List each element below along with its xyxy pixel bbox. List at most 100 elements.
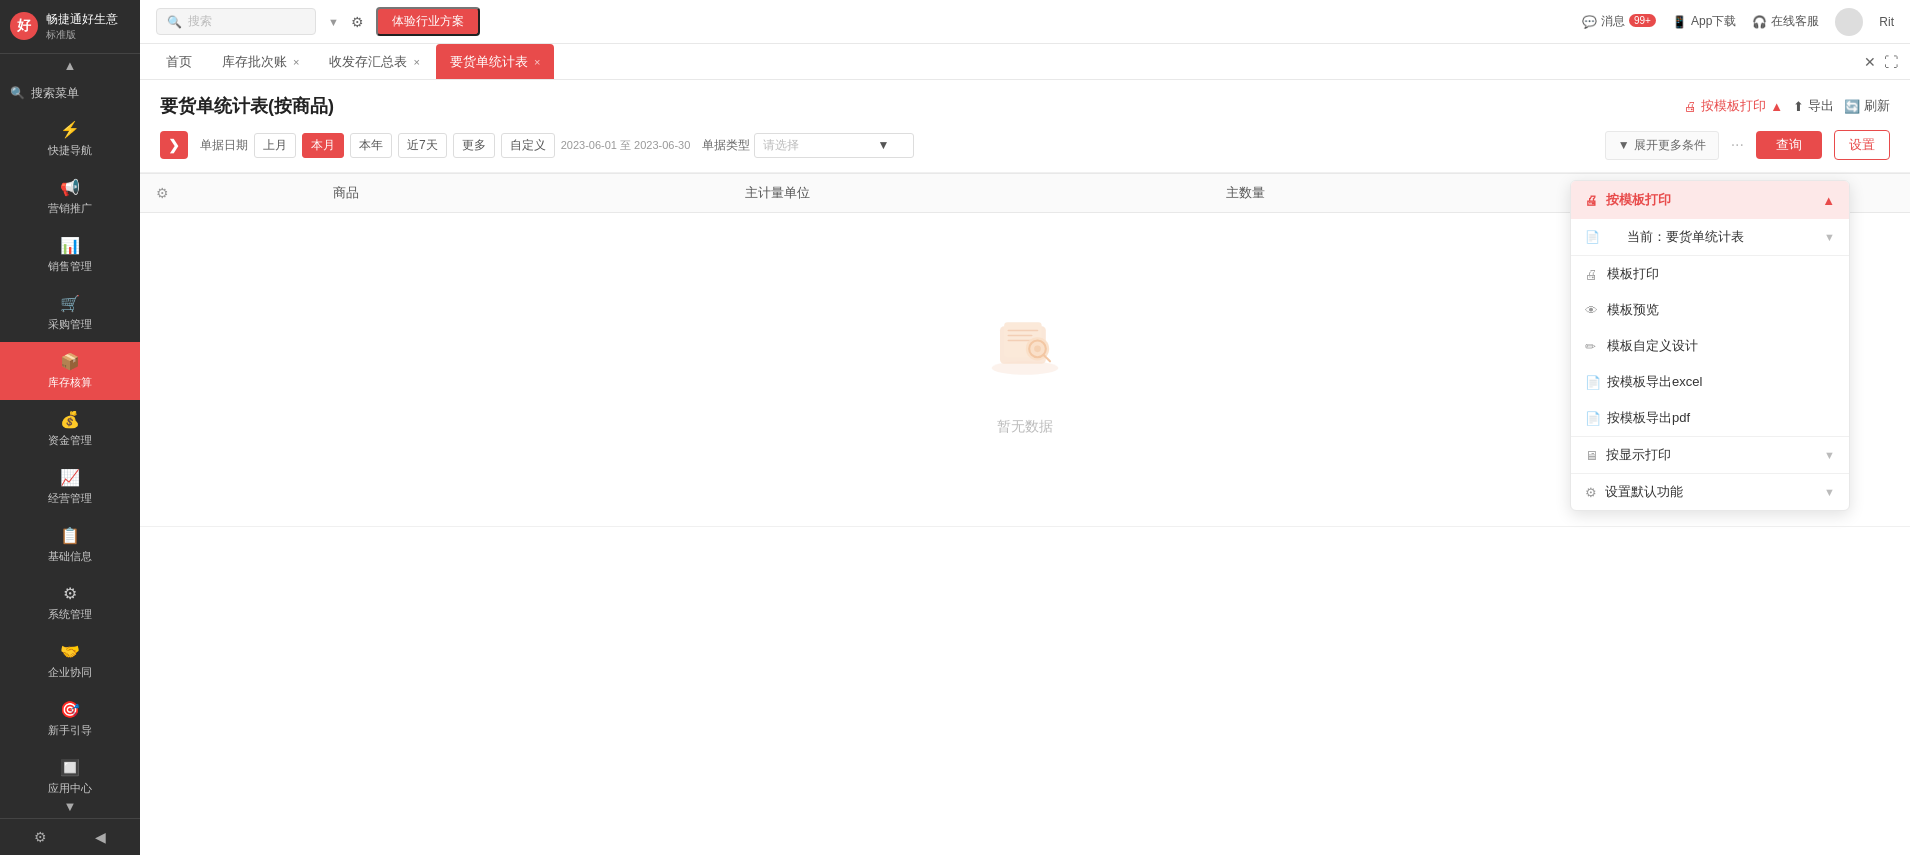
sidebar-item-marketing[interactable]: 📢 营销推广 xyxy=(0,168,140,226)
app-download-icon: 📱 xyxy=(1672,15,1687,29)
dropdown-header: 🖨 按模板打印 ▲ xyxy=(1571,181,1849,219)
page-title: 要货单统计表(按商品) xyxy=(160,94,334,118)
dropdown-section-display-print[interactable]: 🖥 按显示打印 ▼ xyxy=(1571,436,1849,473)
basics-icon: 📋 xyxy=(60,526,80,545)
date-range-display: 2023-06-01 至 2023-06-30 xyxy=(561,138,691,153)
template-preview-item-icon: 👁 xyxy=(1585,303,1598,318)
template-print-item-icon: 🖨 xyxy=(1585,267,1598,282)
sidebar-item-cooperation[interactable]: 🤝 企业协同 xyxy=(0,632,140,690)
refresh-button[interactable]: 🔄 刷新 xyxy=(1844,97,1890,115)
operations-icon: 📈 xyxy=(60,468,80,487)
select-chevron-icon: ▼ xyxy=(877,138,889,152)
template-excel-item-icon: 📄 xyxy=(1585,375,1601,390)
sidebar-item-basics[interactable]: 📋 基础信息 xyxy=(0,516,140,574)
main-area: 🔍 搜索 ▼ ⚙ 体验行业方案 💬 消息 99+ 📱 App下载 🎧 在线客服 … xyxy=(140,0,1910,855)
settings-button[interactable]: 设置 xyxy=(1834,130,1890,160)
app-download-btn[interactable]: 📱 App下载 xyxy=(1672,13,1736,30)
date-last-month[interactable]: 上月 xyxy=(254,133,296,158)
close-tab-inventory-batch[interactable]: × xyxy=(293,56,299,68)
close-tab-order-stats[interactable]: × xyxy=(534,56,540,68)
dropdown-current-item[interactable]: 📄 当前：要货单统计表 ▼ xyxy=(1571,219,1849,256)
set-default-icon: ⚙ xyxy=(1585,485,1597,500)
sidebar-item-operations[interactable]: 📈 经营管理 xyxy=(0,458,140,516)
sidebar-item-system[interactable]: ⚙ 系统管理 xyxy=(0,574,140,632)
export-icon: ⬆ xyxy=(1793,99,1804,114)
online-service-btn[interactable]: 🎧 在线客服 xyxy=(1752,13,1819,30)
inventory-icon: 📦 xyxy=(60,352,80,371)
dropdown-section-display-print-left: 🖥 按显示打印 xyxy=(1585,446,1671,464)
sidebar-item-sales[interactable]: 📊 销售管理 xyxy=(0,226,140,284)
page-actions: 🖨 按模板打印 ▲ ⬆ 导出 🔄 刷新 xyxy=(1684,97,1890,115)
sidebar-item-quick-nav[interactable]: ⚡ 快捷导航 xyxy=(0,110,140,168)
dropdown-item-template-custom[interactable]: ✏ 模板自定义设计 xyxy=(1571,328,1849,364)
dropdown-section-set-default-left: ⚙ 设置默认功能 xyxy=(1585,483,1683,501)
template-print-dropdown: 🖨 按模板打印 ▲ 📄 当前：要货单统计表 ▼ 🖨 xyxy=(1570,180,1850,511)
search-icon: 🔍 xyxy=(10,86,25,100)
sidebar-search[interactable]: 🔍 搜索菜单 xyxy=(0,77,140,110)
topbar-gear-icon[interactable]: ⚙ xyxy=(351,14,364,30)
fullscreen-icon[interactable]: ⛶ xyxy=(1884,54,1898,70)
sidebar-settings-icon[interactable]: ⚙ xyxy=(34,829,47,845)
printer-icon: 🖨 xyxy=(1684,99,1697,114)
bill-type-select[interactable]: 请选择 ▼ xyxy=(754,133,914,158)
tab-order-stats[interactable]: 要货单统计表 × xyxy=(436,44,554,79)
table-col-settings[interactable]: ⚙ xyxy=(140,174,185,213)
dropdown-print-icon: 🖨 xyxy=(1585,193,1598,208)
sidebar-item-inventory[interactable]: 📦 库存核算 xyxy=(0,342,140,400)
logo: 好 畅捷通好生意 标准版 xyxy=(0,0,140,54)
tab-inventory-batch[interactable]: 库存批次账 × xyxy=(208,44,313,79)
messages-btn[interactable]: 💬 消息 99+ xyxy=(1582,13,1656,30)
close-tab-collection-summary[interactable]: × xyxy=(413,56,419,68)
tab-collection-summary[interactable]: 收发存汇总表 × xyxy=(315,44,433,79)
dropdown-item-template-excel[interactable]: 📄 按模板导出excel xyxy=(1571,364,1849,400)
logo-icon: 好 xyxy=(10,12,38,40)
dropdown-item-template-print[interactable]: 🖨 模板打印 xyxy=(1571,256,1849,292)
content-area: 要货单统计表(按商品) 🖨 按模板打印 ▲ ⬆ 导出 🔄 刷新 xyxy=(140,80,1910,855)
sidebar-collapse-icon[interactable]: ◀ xyxy=(95,829,106,845)
empty-illustration xyxy=(975,303,1075,402)
date-custom[interactable]: 自定义 xyxy=(501,133,555,158)
table-col-quantity: 主数量 xyxy=(1047,174,1442,213)
username: Rit xyxy=(1879,15,1894,29)
dropdown-section-set-default[interactable]: ⚙ 设置默认功能 ▼ xyxy=(1571,473,1849,510)
date-this-month[interactable]: 本月 xyxy=(302,133,344,158)
date-last-7-days[interactable]: 近7天 xyxy=(398,133,447,158)
close-all-icon[interactable]: ✕ xyxy=(1864,54,1876,70)
avatar[interactable] xyxy=(1835,8,1863,36)
messages-badge: 99+ xyxy=(1629,14,1656,27)
dropdown-item-template-preview[interactable]: 👁 模板预览 xyxy=(1571,292,1849,328)
tab-home[interactable]: 首页 xyxy=(152,44,206,79)
date-more[interactable]: 更多 xyxy=(453,133,495,158)
more-options-icon[interactable]: ··· xyxy=(1731,136,1744,154)
dropdown-current-left: 📄 当前：要货单统计表 xyxy=(1607,228,1744,246)
expand-more-button[interactable]: ▼ 展开更多条件 xyxy=(1605,131,1719,160)
current-doc-icon: 📄 xyxy=(1585,230,1600,244)
table-col-product: 商品 xyxy=(185,174,508,213)
sidebar-item-purchase[interactable]: 🛒 采购管理 xyxy=(0,284,140,342)
tabs-controls: ✕ ⛶ xyxy=(1864,54,1898,70)
svg-point-9 xyxy=(1034,346,1041,353)
query-button[interactable]: 查询 xyxy=(1756,131,1822,159)
dropdown-chevron-up-icon[interactable]: ▲ xyxy=(1822,193,1835,208)
export-button[interactable]: ⬆ 导出 xyxy=(1793,97,1834,115)
apps-icon: 🔲 xyxy=(60,758,80,777)
guide-icon: 🎯 xyxy=(60,700,80,719)
sidebar-item-finance[interactable]: 💰 资金管理 xyxy=(0,400,140,458)
topbar-search-box[interactable]: 🔍 搜索 xyxy=(156,8,316,35)
date-this-year[interactable]: 本年 xyxy=(350,133,392,158)
sidebar-scroll-down[interactable]: ▼ xyxy=(0,795,140,818)
trial-button[interactable]: 体验行业方案 xyxy=(376,7,480,36)
headset-icon: 🎧 xyxy=(1752,15,1767,29)
display-print-chevron: ▼ xyxy=(1824,449,1835,461)
sidebar-item-apps[interactable]: 🔲 应用中心 xyxy=(0,748,140,795)
sidebar-scroll-up[interactable]: ▲ xyxy=(0,54,140,77)
dropdown-item-template-pdf[interactable]: 📄 按模板导出pdf xyxy=(1571,400,1849,436)
column-settings-icon[interactable]: ⚙ xyxy=(156,185,169,201)
template-print-button[interactable]: 🖨 按模板打印 ▲ xyxy=(1684,97,1783,115)
template-pdf-item-icon: 📄 xyxy=(1585,411,1601,426)
topbar-chevron-icon[interactable]: ▼ xyxy=(328,16,339,28)
filter-bar: ❯ 单据日期 上月 本月 本年 近7天 更多 自定义 2023-06-01 至 … xyxy=(140,118,1910,173)
filter-toggle[interactable]: ❯ xyxy=(160,131,188,159)
dropdown-header-right: ▲ xyxy=(1822,193,1835,208)
sidebar-item-guide[interactable]: 🎯 新手引导 xyxy=(0,690,140,748)
